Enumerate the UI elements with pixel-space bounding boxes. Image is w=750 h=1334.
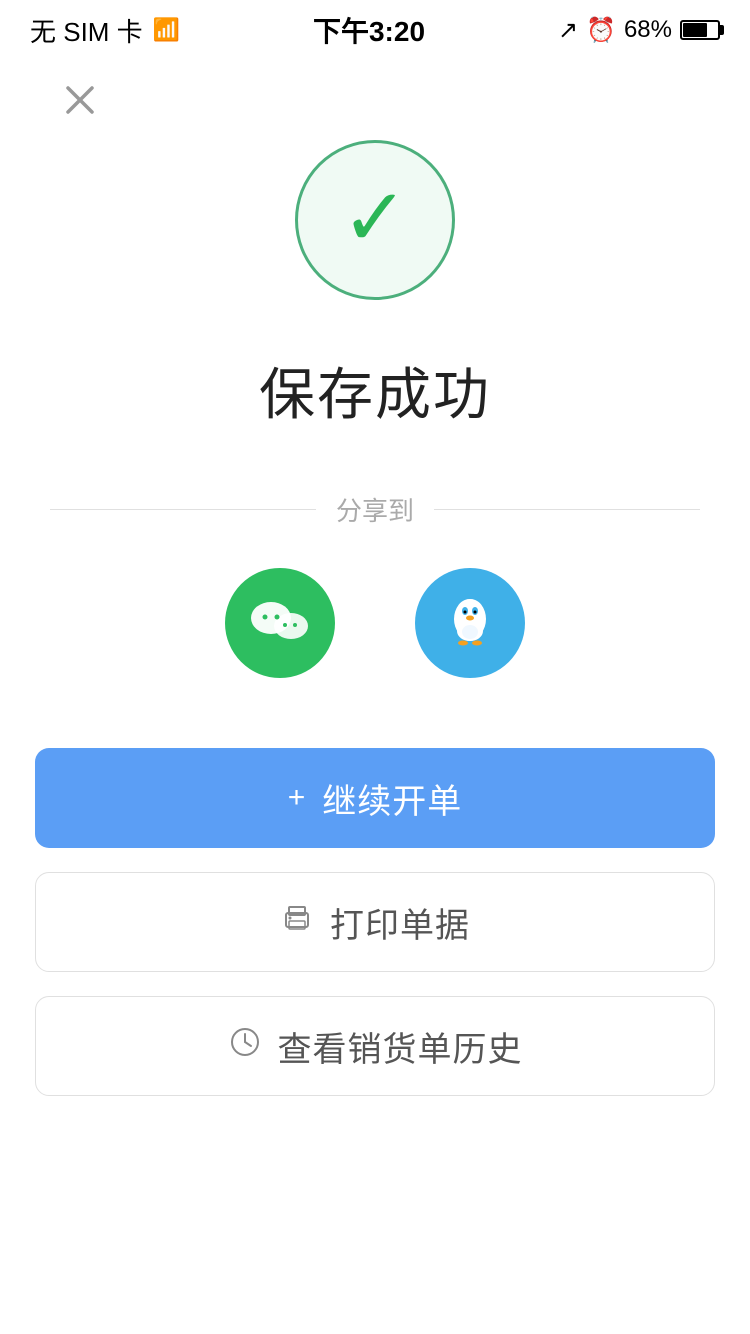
history-label: 查看销货单历史: [278, 1022, 523, 1071]
wechat-share-button[interactable]: [225, 568, 335, 678]
status-bar: 无 SIM 卡 📶 下午3:20 ↗ ⏰ 68%: [0, 0, 750, 60]
qq-share-button[interactable]: [415, 568, 525, 678]
print-svg-icon: [280, 901, 314, 935]
continue-order-button[interactable]: + 继续开单: [35, 748, 715, 848]
status-right: ↗ ⏰ 68%: [558, 16, 720, 45]
share-divider: 分享到: [0, 491, 750, 528]
main-content: ✓ 保存成功 分享到: [0, 60, 750, 1096]
printer-icon: [280, 901, 314, 943]
battery-percent: 68%: [624, 16, 672, 44]
battery-bar-icon: [680, 20, 720, 40]
divider-line-right: [434, 509, 700, 510]
share-icons-row: [225, 568, 525, 678]
divider-line-left: [50, 509, 316, 510]
qq-icon: [438, 591, 502, 655]
wifi-icon: 📶: [153, 17, 180, 43]
plus-icon: +: [288, 781, 307, 815]
print-button[interactable]: 打印单据: [35, 872, 715, 972]
status-left: 无 SIM 卡 📶: [30, 12, 180, 49]
location-icon: ↗: [558, 16, 578, 45]
wechat-icon: [245, 588, 315, 658]
success-title: 保存成功: [259, 350, 491, 431]
continue-order-label: 继续开单: [322, 774, 462, 823]
close-button[interactable]: [55, 75, 105, 125]
action-buttons: + 继续开单 打印单据: [35, 748, 715, 1096]
history-button[interactable]: 查看销货单历史: [35, 996, 715, 1096]
sim-label: 无 SIM 卡: [30, 12, 143, 49]
close-icon: [62, 82, 98, 118]
status-time: 下午3:20: [313, 10, 425, 50]
checkmark-icon: ✓: [341, 178, 408, 258]
alarm-icon: ⏰: [586, 16, 616, 45]
history-svg-icon: [228, 1025, 262, 1059]
history-icon: [228, 1025, 262, 1067]
share-label: 分享到: [316, 491, 434, 528]
success-circle: ✓: [295, 140, 455, 300]
print-label: 打印单据: [330, 898, 470, 947]
